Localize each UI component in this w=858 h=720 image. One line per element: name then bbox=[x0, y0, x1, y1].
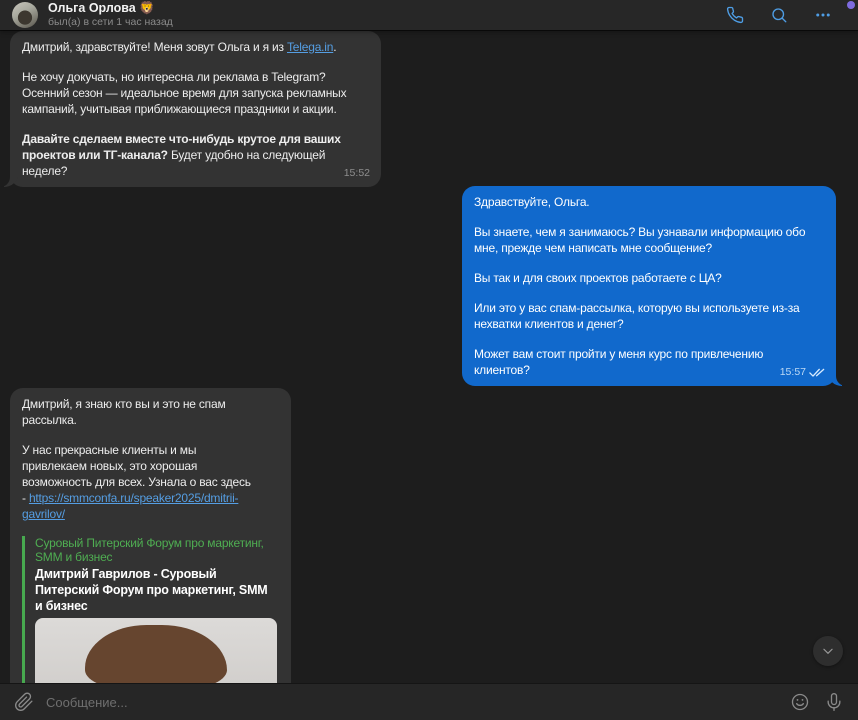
emoji-icon[interactable] bbox=[790, 692, 810, 712]
phone-icon[interactable] bbox=[726, 6, 744, 24]
chat-header-info[interactable]: Ольга Орлова 🦁 был(а) в сети 1 час назад bbox=[48, 0, 173, 28]
link-preview-title: Дмитрий Гаврилов - Суровый Питерский Фор… bbox=[35, 567, 268, 613]
link-preview-site: Суровый Питерский Форум про маркетинг, S… bbox=[35, 536, 264, 564]
message-paragraph: Дмитрий, здравствуйте! Меня зовут Ольга … bbox=[22, 40, 337, 54]
scrollbar-thumb[interactable] bbox=[847, 1, 855, 9]
scroll-down-icon bbox=[823, 648, 833, 654]
scroll-down-button[interactable] bbox=[813, 636, 843, 666]
message-composer bbox=[0, 683, 858, 720]
message-input[interactable] bbox=[46, 694, 778, 710]
message-paragraph: Давайте сделаем вместе что-нибудь крутое… bbox=[22, 132, 341, 178]
chat-header: Ольга Орлова 🦁 был(а) в сети 1 час назад bbox=[0, 0, 858, 30]
link-preview[interactable]: Суровый Питерский Форум про маркетинг, S… bbox=[22, 536, 279, 683]
message-paragraph: Или это у вас спам-рассылка, которую вы … bbox=[474, 301, 800, 331]
message-incoming-2[interactable]: Дмитрий, я знаю кто вы и это не спам рас… bbox=[10, 388, 291, 683]
message-paragraph: Дмитрий, я знаю кто вы и это не спам рас… bbox=[22, 397, 226, 427]
message-time: 15:52 bbox=[343, 167, 370, 179]
message-paragraph: Вы знаете, чем я занимаюсь? Вы узнавали … bbox=[474, 225, 806, 255]
chat-title: Ольга Орлова 🦁 bbox=[48, 0, 155, 15]
message-outgoing-1[interactable]: Здравствуйте, Ольга. Вы знаете, чем я за… bbox=[462, 186, 846, 386]
paperclip-icon[interactable] bbox=[14, 692, 34, 712]
message-incoming-1[interactable]: Дмитрий, здравствуйте! Меня зовут Ольга … bbox=[0, 31, 381, 187]
message-paragraph: Вы так и для своих проектов работаете с … bbox=[474, 271, 722, 285]
smmconfa-link[interactable]: https://smmconfa.ru/speaker2025/dmitrii- bbox=[29, 491, 239, 505]
avatar[interactable] bbox=[12, 2, 38, 28]
smmconfa-link[interactable]: gavrilov/ bbox=[22, 507, 65, 521]
telega-link[interactable]: Telega.in bbox=[287, 40, 333, 54]
message-paragraph: Здравствуйте, Ольга. bbox=[474, 195, 590, 209]
search-icon[interactable] bbox=[770, 6, 788, 24]
microphone-icon[interactable] bbox=[824, 692, 844, 712]
link-preview-image[interactable] bbox=[35, 618, 277, 683]
message-list: Дмитрий, здравствуйте! Меня зовут Ольга … bbox=[0, 30, 858, 683]
portrait-hair bbox=[85, 625, 227, 683]
message-paragraph: Не хочу докучать, но интересна ли реклам… bbox=[22, 70, 347, 116]
chat-status: был(а) в сети 1 час назад bbox=[48, 15, 173, 28]
message-paragraph: У нас прекрасные клиенты и мы привлекаем… bbox=[22, 443, 251, 521]
message-time: 15:57 bbox=[780, 364, 825, 380]
telegram-chat-window: Ольга Орлова 🦁 был(а) в сети 1 час назад… bbox=[0, 0, 858, 720]
message-paragraph: Может вам стоит пройти у меня курс по пр… bbox=[474, 347, 764, 377]
more-icon[interactable] bbox=[814, 6, 832, 24]
read-checks-icon bbox=[809, 368, 825, 377]
